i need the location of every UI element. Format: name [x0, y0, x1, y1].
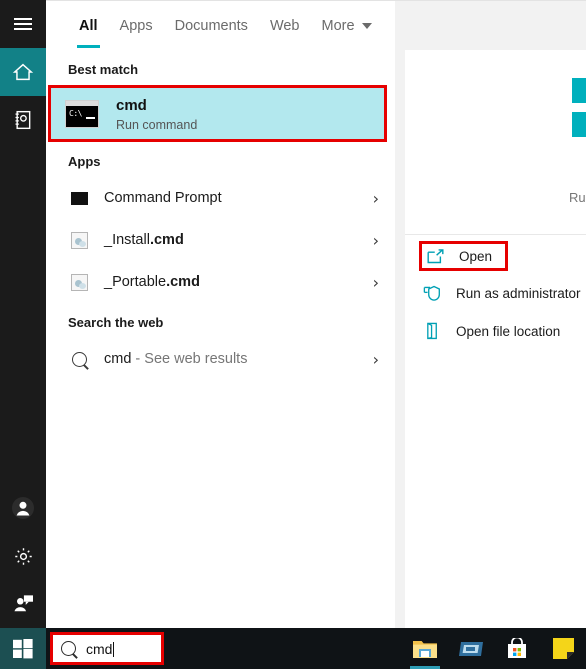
sidebar-item-settings[interactable]: [0, 532, 46, 580]
search-icon: [61, 641, 76, 656]
web-search-label: cmd - See web results: [104, 351, 373, 367]
search-icon: [71, 351, 87, 367]
tab-more[interactable]: More: [311, 1, 383, 51]
tab-apps[interactable]: Apps: [109, 1, 164, 51]
best-match-title: cmd: [116, 96, 147, 114]
sidebar-item-feedback[interactable]: [0, 580, 46, 628]
sidebar-item-notebook[interactable]: [0, 96, 46, 144]
list-item-label: _Portable.cmd: [104, 274, 373, 290]
list-item-web-search[interactable]: cmd - See web results ›: [46, 338, 395, 380]
chevron-right-icon[interactable]: ›: [373, 350, 379, 369]
list-item-label-ext: .cmd: [149, 232, 184, 248]
best-match-subtitle: Run command: [116, 117, 198, 132]
preview-app-icon: [572, 78, 586, 146]
tab-apps-label: Apps: [119, 18, 153, 34]
taskbar-blue-app-button[interactable]: [448, 628, 494, 669]
blue-app-icon: [459, 641, 483, 656]
cmd-script-icon: [68, 273, 90, 291]
taskbar-search-input[interactable]: cmd: [50, 632, 164, 665]
web-search-suffix: - See web results: [131, 351, 248, 367]
best-match-text: cmd Run command: [116, 96, 197, 132]
list-item-label-base: _Install: [104, 232, 150, 248]
list-item-label: _Install.cmd: [104, 232, 373, 248]
hamburger-menu-button[interactable]: [0, 0, 46, 48]
open-button[interactable]: Open: [419, 241, 508, 271]
taskbar-file-explorer-button[interactable]: [402, 628, 448, 669]
text-cursor: [113, 641, 115, 657]
run-as-administrator-label: Run as administrator: [456, 285, 581, 301]
list-item-label-base: _Portable: [104, 274, 167, 290]
start-menu-rail: [0, 0, 46, 628]
open-file-location-button[interactable]: Open file location: [405, 315, 586, 347]
preview-app-subtitle: Run command: [569, 190, 586, 205]
tab-documents[interactable]: Documents: [164, 1, 259, 51]
run-as-administrator-button[interactable]: Run as administrator: [405, 277, 586, 309]
open-icon-wrap: [424, 248, 446, 264]
taskbar-microsoft-store-button[interactable]: [494, 628, 540, 669]
preview-hero: Run command: [405, 50, 586, 217]
search-input-value: cmd: [86, 640, 115, 657]
list-item-label: Command Prompt: [104, 190, 222, 206]
best-match-heading: Best match: [68, 62, 139, 77]
tab-bar-filler: [395, 0, 586, 50]
chevron-right-icon[interactable]: ›: [373, 231, 379, 250]
shield-icon-wrap: [421, 285, 443, 302]
chevron-down-icon: [361, 23, 372, 29]
tab-all[interactable]: All: [68, 1, 109, 51]
tab-documents-label: Documents: [174, 18, 248, 34]
command-prompt-icon: C:\: [65, 99, 99, 128]
chevron-right-icon[interactable]: ›: [373, 273, 379, 292]
search-tab-bar: All Apps Documents Web More: [46, 0, 395, 50]
search-icon-wrap: [68, 351, 90, 367]
cmd-script-icon: [68, 231, 90, 249]
web-search-query: cmd: [104, 351, 132, 367]
home-icon: [12, 63, 34, 81]
windows-search-screen: All Apps Documents Web More Best match C…: [0, 0, 586, 669]
tab-all-label: All: [79, 18, 98, 34]
preview-divider: [405, 234, 586, 235]
tab-web[interactable]: Web: [259, 1, 311, 51]
list-item-portable-cmd[interactable]: _Portable.cmd ›: [46, 261, 395, 303]
tab-web-label: Web: [269, 18, 300, 34]
hamburger-icon: [14, 15, 32, 33]
windows-logo-icon: [13, 638, 33, 658]
taskbar: cmd: [0, 628, 586, 669]
file-explorer-icon: [413, 640, 437, 658]
microsoft-store-icon: [508, 637, 526, 658]
list-item-install-cmd[interactable]: _Install.cmd ›: [46, 219, 395, 261]
sidebar-item-home[interactable]: [0, 48, 46, 96]
shield-icon: [423, 285, 440, 301]
gear-icon: [14, 547, 32, 565]
open-file-location-label: Open file location: [456, 323, 561, 339]
preview-panel: Run command Open Run as admini: [405, 50, 586, 628]
feedback-icon: [14, 595, 33, 612]
chevron-right-icon[interactable]: ›: [373, 189, 379, 208]
best-match-wrapper: C:\ cmd Run command: [46, 85, 393, 142]
best-match-result-cmd[interactable]: C:\ cmd Run command: [48, 85, 387, 142]
command-prompt-icon-text: C:\: [69, 108, 82, 118]
open-button-label: Open: [459, 248, 493, 264]
tab-more-label: More: [321, 18, 355, 34]
apps-heading: Apps: [68, 154, 101, 169]
search-results-panel: Best match C:\ cmd Run command Apps Comm…: [46, 50, 395, 628]
search-web-heading: Search the web: [68, 315, 164, 330]
folder-door-icon-wrap: [421, 322, 443, 340]
sidebar-item-account[interactable]: [0, 484, 46, 532]
open-icon: [426, 248, 444, 263]
sticky-notes-icon: [552, 638, 574, 659]
search-input-text: cmd: [86, 640, 113, 657]
folder-door-icon: [426, 322, 437, 340]
start-button[interactable]: [0, 628, 46, 669]
list-item-command-prompt[interactable]: Command Prompt ›: [46, 177, 395, 219]
app-icon: [68, 191, 90, 205]
list-item-label-ext: .cmd: [166, 274, 200, 290]
account-icon: [12, 497, 34, 519]
taskbar-sticky-notes-button[interactable]: [540, 628, 586, 669]
notebook-icon: [15, 110, 31, 130]
